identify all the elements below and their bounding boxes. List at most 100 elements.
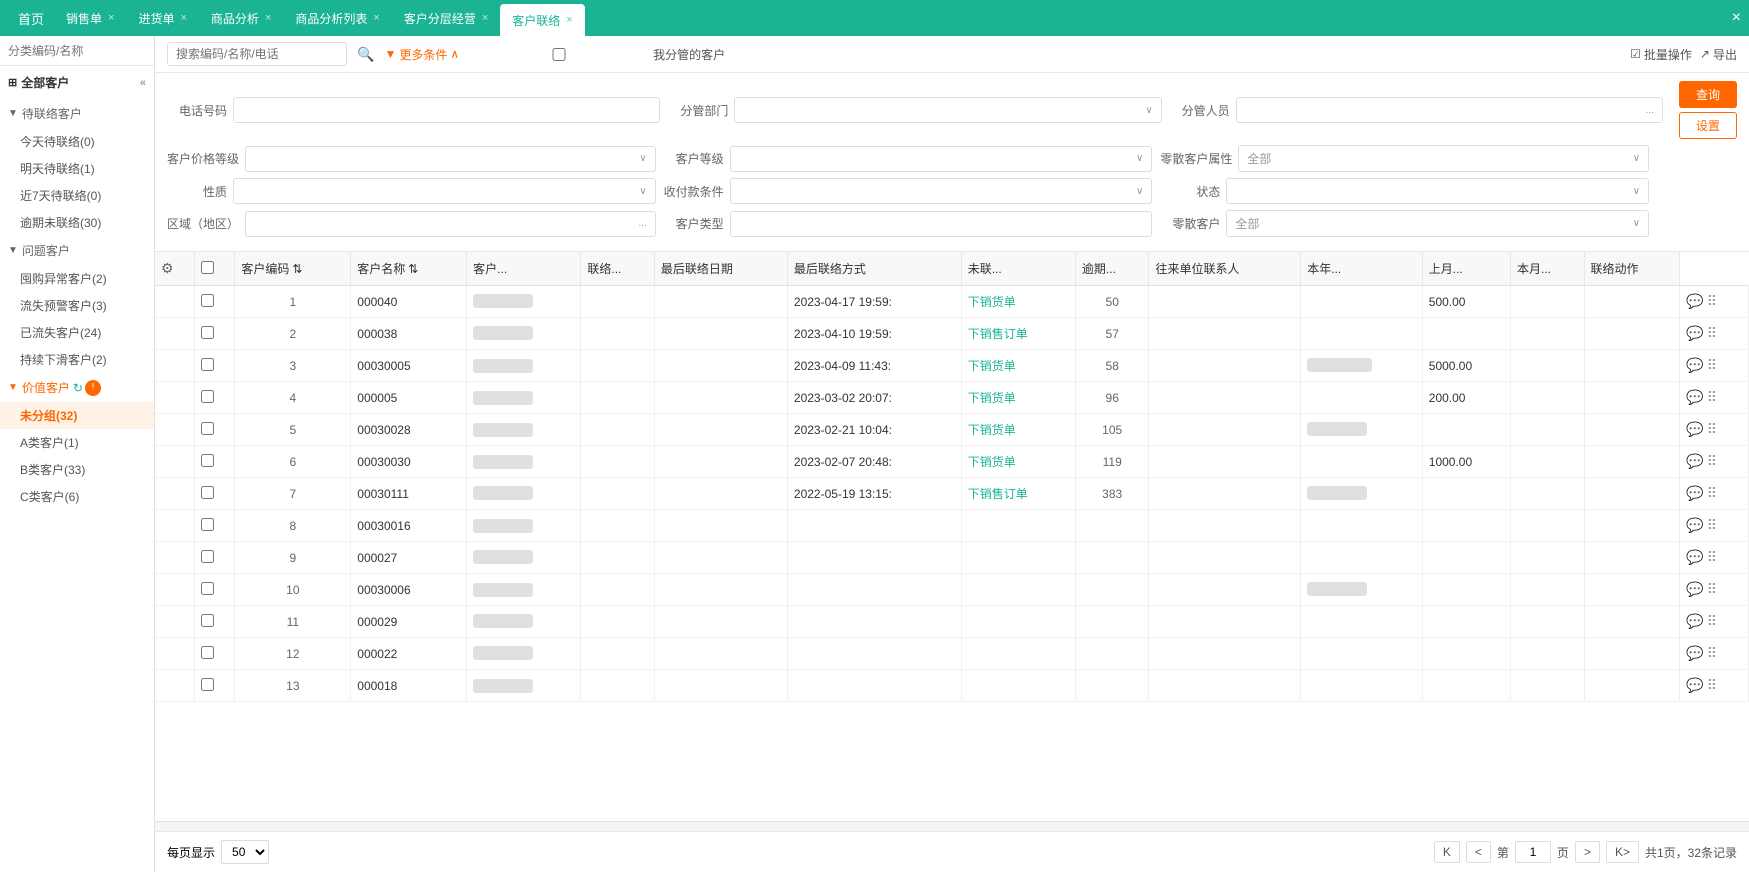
no-contact-column-header[interactable]: 未联... [961, 252, 1075, 286]
row-select-checkbox[interactable] [201, 358, 214, 371]
customer-level-input[interactable]: ∨ [730, 146, 1153, 172]
row-last-method[interactable] [961, 542, 1075, 574]
close-icon[interactable]: × [566, 14, 572, 26]
gear-icon[interactable]: ⚙ [161, 260, 174, 276]
sidebar-item-a-class[interactable]: A类客户(1) [0, 429, 154, 456]
per-page-select[interactable]: 50 [221, 840, 269, 864]
comment-icon[interactable]: 💬 [1686, 421, 1703, 437]
nature-input[interactable]: ∨ [233, 178, 656, 204]
comment-icon[interactable]: 💬 [1686, 357, 1703, 373]
pending-contact-group[interactable]: ▼ 待联络客户 [0, 99, 154, 128]
close-icon[interactable]: × [108, 12, 114, 24]
query-button[interactable]: 查询 [1679, 81, 1737, 108]
sidebar-search-input[interactable] [8, 44, 155, 58]
reset-button[interactable]: 设置 [1679, 112, 1737, 139]
row-checkbox[interactable] [194, 510, 235, 542]
prev-page-button[interactable]: < [1466, 841, 1491, 863]
row-last-method[interactable]: 下销售订单 [961, 318, 1075, 350]
more-icon[interactable]: ⠿ [1707, 325, 1717, 341]
phone-input[interactable] [233, 97, 660, 123]
row-checkbox[interactable] [194, 414, 235, 446]
select-all-checkbox[interactable] [201, 261, 214, 274]
collapse-icon[interactable]: « [140, 77, 146, 89]
export-button[interactable]: ↗ 导出 [1700, 46, 1737, 63]
row-select-checkbox[interactable] [201, 550, 214, 563]
row-last-method[interactable] [961, 606, 1075, 638]
row-checkbox[interactable] [194, 446, 235, 478]
value-customers-group[interactable]: ▼ 价值客户 ↻ ! [0, 373, 154, 402]
sidebar-item-abnormal[interactable]: 囤购异常客户(2) [0, 265, 154, 292]
search-button[interactable]: 🔍 [357, 46, 374, 63]
comment-icon[interactable]: 💬 [1686, 517, 1703, 533]
overdue-column-header[interactable]: 逾期... [1075, 252, 1149, 286]
comment-icon[interactable]: 💬 [1686, 581, 1703, 597]
price-level-input[interactable]: ∨ [245, 146, 656, 172]
tab-purchase[interactable]: 进货单 × [126, 0, 198, 36]
row-select-checkbox[interactable] [201, 646, 214, 659]
batch-operation-button[interactable]: ☑ 批量操作 [1630, 46, 1692, 63]
code-column-header[interactable]: 客户编码⇅ [235, 252, 351, 286]
attribute-input[interactable]: 全部 ∨ [1238, 145, 1649, 172]
more-icon[interactable]: ⠿ [1707, 389, 1717, 405]
more-icon[interactable]: ⠿ [1707, 485, 1717, 501]
row-checkbox[interactable] [194, 350, 235, 382]
last-method-column-header[interactable]: 最后联络方式 [787, 252, 961, 286]
row-last-method[interactable]: 下销售订单 [961, 478, 1075, 510]
all-customers-header[interactable]: ⊞ 全部客户 « [0, 66, 154, 99]
customer-type-input[interactable] [730, 211, 1153, 237]
gear-column-header[interactable]: ⚙ [155, 252, 194, 286]
home-tab[interactable]: 首页 [8, 0, 54, 36]
sidebar-item-today[interactable]: 今天待联络(0) [0, 128, 154, 155]
this-month-column-header[interactable]: 本月... [1510, 252, 1584, 286]
sidebar-item-churn-warning[interactable]: 流失预警客户(3) [0, 292, 154, 319]
last-date-column-header[interactable]: 最后联络日期 [654, 252, 787, 286]
tab-customer-segment[interactable]: 客户分层经营 × [392, 0, 500, 36]
last-page-button[interactable]: K> [1606, 841, 1639, 863]
row-checkbox[interactable] [194, 638, 235, 670]
sidebar-item-churned[interactable]: 已流失客户(24) [0, 319, 154, 346]
dept-input[interactable]: ∨ [734, 97, 1161, 123]
row-last-method[interactable]: 下销货单 [961, 414, 1075, 446]
close-icon[interactable]: × [482, 12, 488, 24]
more-icon[interactable]: ⠿ [1707, 421, 1717, 437]
comment-icon[interactable]: 💬 [1686, 485, 1703, 501]
row-last-method[interactable] [961, 510, 1075, 542]
row-last-method[interactable]: 下销货单 [961, 350, 1075, 382]
name-column-header[interactable]: 客户名称⇅ [351, 252, 467, 286]
row-last-method[interactable]: 下销货单 [961, 446, 1075, 478]
sidebar-item-overdue[interactable]: 逾期未联络(30) [0, 209, 154, 236]
problem-customers-group[interactable]: ▼ 问题客户 [0, 236, 154, 265]
last-month-column-header[interactable]: 上月... [1422, 252, 1510, 286]
row-checkbox[interactable] [194, 670, 235, 702]
row-checkbox[interactable] [194, 318, 235, 350]
close-all-icon[interactable]: × [1732, 9, 1741, 27]
row-select-checkbox[interactable] [201, 294, 214, 307]
row-checkbox[interactable] [194, 286, 235, 318]
row-checkbox[interactable] [194, 542, 235, 574]
contact-person-column-header[interactable]: 往来单位联系人 [1149, 252, 1301, 286]
my-customers-checkbox-label[interactable]: 我分管的客户 [469, 46, 725, 63]
horizontal-scrollbar[interactable] [155, 821, 1749, 831]
sidebar-item-b-class[interactable]: B类客户(33) [0, 456, 154, 483]
person-input[interactable]: ... [1236, 97, 1663, 123]
row-checkbox[interactable] [194, 574, 235, 606]
contact-column-header[interactable]: 联络... [581, 252, 655, 286]
more-conditions-button[interactable]: ▼ 更多条件 ∧ [384, 46, 459, 63]
region-input[interactable]: ... [245, 211, 656, 237]
sidebar-item-tomorrow[interactable]: 明天待联络(1) [0, 155, 154, 182]
comment-icon[interactable]: 💬 [1686, 613, 1703, 629]
row-checkbox[interactable] [194, 478, 235, 510]
row-select-checkbox[interactable] [201, 614, 214, 627]
row-last-method[interactable]: 下销货单 [961, 382, 1075, 414]
refresh-icon[interactable]: ↻ [73, 381, 83, 395]
comment-icon[interactable]: 💬 [1686, 677, 1703, 693]
row-last-method[interactable]: 下销货单 [961, 286, 1075, 318]
row-select-checkbox[interactable] [201, 486, 214, 499]
tab-product-analysis-list[interactable]: 商品分析列表 × [283, 0, 391, 36]
checkbox-column-header[interactable] [194, 252, 235, 286]
sidebar-item-ungrouped[interactable]: 未分组(32) [0, 402, 154, 429]
close-icon[interactable]: × [180, 12, 186, 24]
row-last-method[interactable] [961, 574, 1075, 606]
row-select-checkbox[interactable] [201, 326, 214, 339]
row-select-checkbox[interactable] [201, 678, 214, 691]
